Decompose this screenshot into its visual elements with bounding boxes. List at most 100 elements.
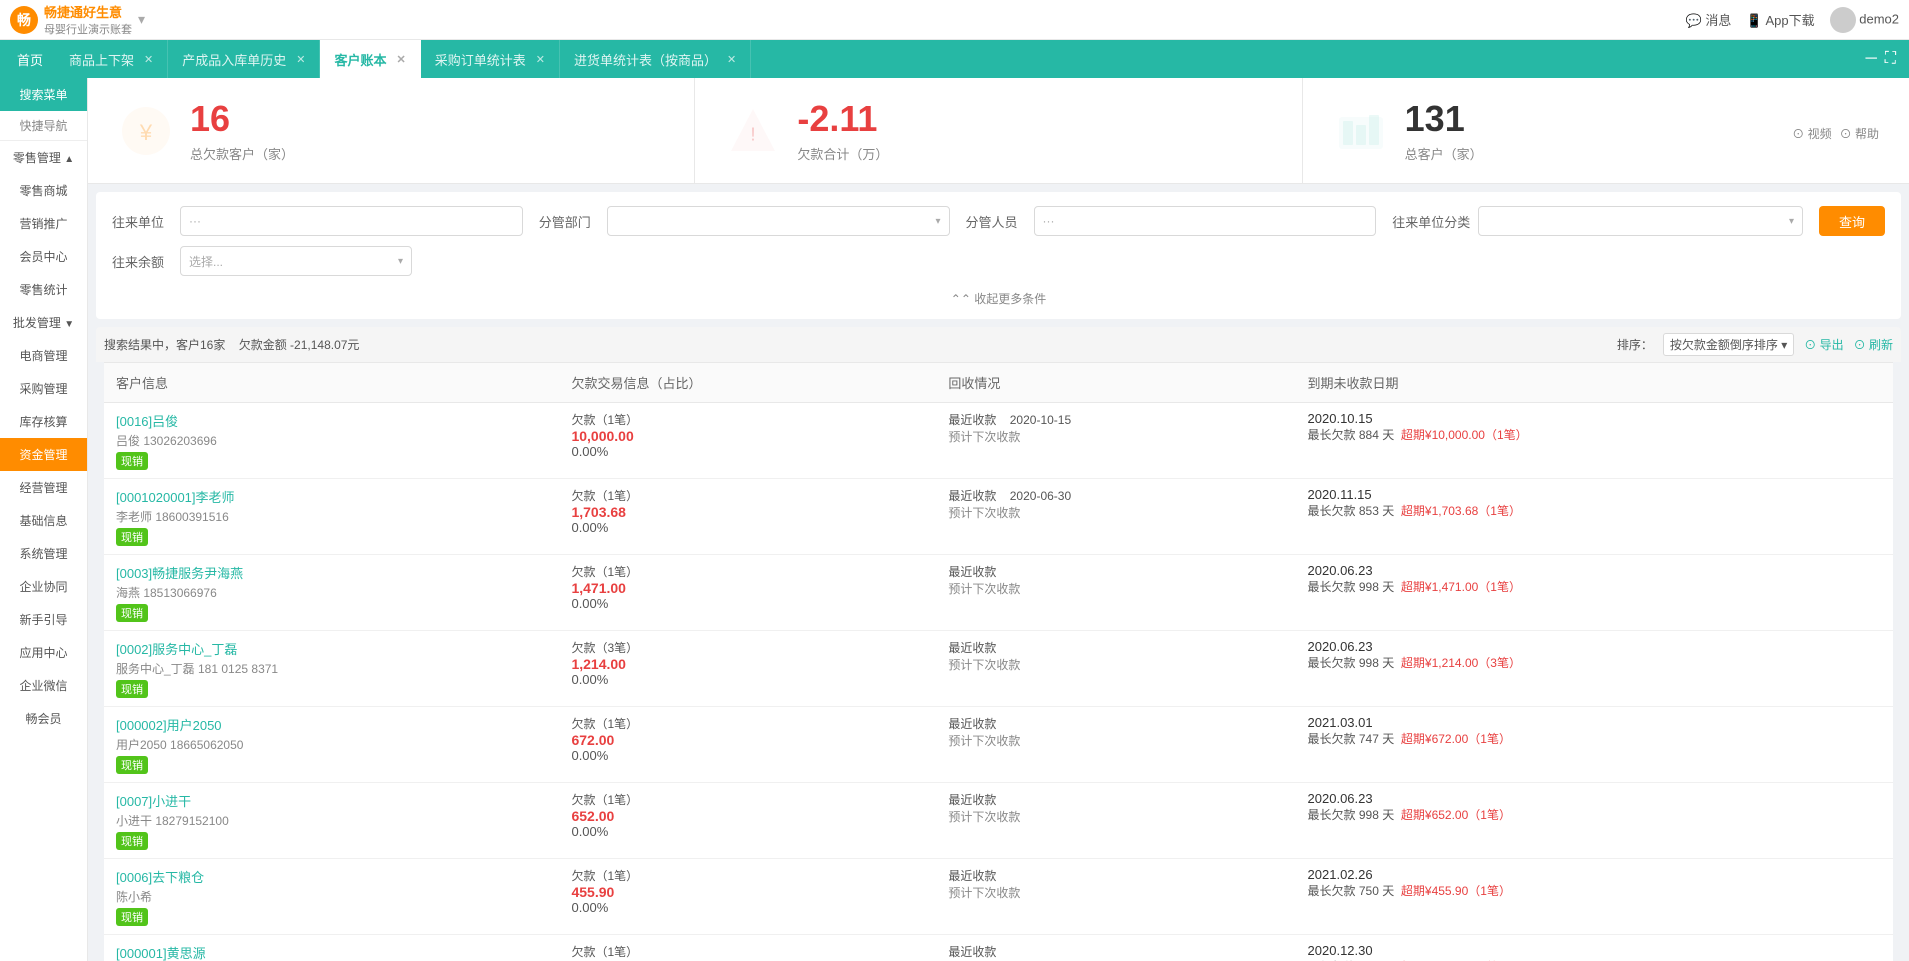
customer-name-4[interactable]: [000002]用户2050 [116,715,547,734]
user-avatar[interactable]: demo2 [1830,7,1899,33]
app-download-link[interactable]: 📱 App下载 [1746,10,1814,29]
owe-amount-6[interactable]: 455.90 [571,884,924,900]
close-customer-tab[interactable]: ✕ [397,53,406,66]
filter-person-input[interactable]: ··· [1034,206,1377,236]
owe-amount-5[interactable]: 652.00 [571,808,924,824]
customer-name-3[interactable]: [0002]服务中心_丁磊 [116,639,547,658]
filter-source-unit-label: 往来单位 [112,212,172,231]
svg-text:!: ! [751,124,756,144]
message-icon: 💬 [1686,13,1702,28]
owe-pct-0: 0.00% [571,444,924,459]
customer-name-6[interactable]: [0006]去下粮仓 [116,867,547,886]
owe-amount-4[interactable]: 672.00 [571,732,924,748]
overdue-link-3[interactable]: 超期¥1,214.00（3笔） [1401,656,1521,670]
stat-owe-customers: ¥ 16 总欠款客户（家） [88,78,695,183]
sidebar-item-finance[interactable]: 资金管理 [0,438,87,471]
tab-stock[interactable]: 进货单统计表（按商品） ✕ [560,40,751,78]
system-selector-arrow[interactable]: ▾ [138,11,145,28]
overdue-link-1[interactable]: 超期¥1,703.68（1笔） [1401,504,1521,518]
sidebar-item-operations[interactable]: 经营管理 [0,471,87,504]
customer-contact-5: 小进干 18279152100 [116,812,547,829]
sort-label: 排序： [1617,336,1653,353]
overdue-days-4: 最长欠款 747 天 超期¥672.00（1笔） [1308,730,1881,747]
tab-goods[interactable]: 商品上下架 ✕ [55,40,168,78]
overdue-days-6: 最长欠款 750 天 超期¥455.90（1笔） [1308,882,1881,899]
customer-name-1[interactable]: [0001020001]李老师 [116,487,547,506]
customer-name-2[interactable]: [0003]畅捷服务尹海燕 [116,563,547,582]
filter-unit-category-input[interactable]: ▾ [1478,206,1803,236]
tab-customer[interactable]: 客户账本 ✕ [320,40,420,78]
collapse-button[interactable]: ⌃⌃ 收起更多条件 [112,286,1885,311]
stat-total-customers: 131 总客户（家） ⊙ 视频 ⊙ 帮助 [1303,78,1909,183]
refresh-button[interactable]: ⊙ 刷新 [1854,336,1893,353]
export-button[interactable]: ⊙ 导出 [1804,336,1843,353]
sort-select[interactable]: 按欠款金额倒序排序 ▾ [1663,333,1794,356]
quick-nav[interactable]: 快捷导航 [0,111,87,141]
sidebar-item-vip[interactable]: 畅会员 [0,702,87,735]
overdue-link-2[interactable]: 超期¥1,471.00（1笔） [1401,580,1521,594]
sidebar-item-retail-stats[interactable]: 零售统计 [0,273,87,306]
owe-customers-icon: ¥ [118,103,174,159]
sidebar-item-enterprise[interactable]: 企业协同 [0,570,87,603]
sidebar-item-inventory[interactable]: 库存核算 [0,405,87,438]
close-stock-tab[interactable]: ✕ [727,53,736,66]
pay-label-7: 最近收款 [948,943,1283,960]
tab-home[interactable]: 首页 [5,40,55,78]
filter-source-unit-input[interactable]: ··· [180,206,523,236]
overdue-link-5[interactable]: 超期¥652.00（1笔） [1401,808,1511,822]
sidebar-item-newbie[interactable]: 新手引导 [0,603,87,636]
sidebar-item-wechat[interactable]: 企业微信 [0,669,87,702]
overdue-link-6[interactable]: 超期¥455.90（1笔） [1401,884,1511,898]
message-link[interactable]: 💬 消息 [1686,10,1732,29]
top-bar: 畅 畅捷通好生意 母婴行业演示账套 ▾ 💬 消息 📱 App下载 demo2 [0,0,1909,40]
sidebar-item-retail-mgmt[interactable]: 零售管理 ▲ [0,141,87,174]
owe-amount-0[interactable]: 10,000.00 [571,428,924,444]
owe-amount-1[interactable]: 1,703.68 [571,504,924,520]
maximize-icon[interactable]: ⛶ [1885,50,1896,68]
tab-purchase[interactable]: 采购订单统计表 ✕ [421,40,560,78]
video-link[interactable]: ⊙ 视频 [1792,125,1831,142]
avatar-img [1830,7,1856,33]
sidebar-item-batch-mgmt[interactable]: 批发管理 ▼ [0,306,87,339]
tab-production[interactable]: 产成品入库单历史 ✕ [168,40,320,78]
pay-label-6: 最近收款 [948,867,1283,884]
customer-name-7[interactable]: [000001]黄思源 [116,943,547,961]
stat-owe-amount-label: 欠款合计（万） [797,144,1271,163]
filter-dept-input[interactable]: ▾ [607,206,950,236]
close-goods-tab[interactable]: ✕ [144,53,153,66]
sidebar-item-retail-shop[interactable]: 零售商城 [0,174,87,207]
sidebar-item-basic-info[interactable]: 基础信息 [0,504,87,537]
app-icon: 📱 [1746,13,1762,28]
customer-name-5[interactable]: [0007]小进干 [116,791,547,810]
filter-balance: 往来余额 选择... ▾ [112,246,412,276]
customer-name-0[interactable]: [0016]吕俊 [116,411,547,430]
table-row: [0002]服务中心_丁磊 服务中心_丁磊 181 0125 8371 现销 欠… [104,631,1893,707]
sidebar-item-app-center[interactable]: 应用中心 [0,636,87,669]
sidebar-search[interactable]: 搜索菜单 [0,78,87,111]
result-bar: 搜索结果中，客户16家 欠款金额 -21,148.07元 排序： 按欠款金额倒序… [96,327,1901,362]
overdue-link-4[interactable]: 超期¥672.00（1笔） [1401,732,1511,746]
sidebar-item-purchase[interactable]: 采购管理 [0,372,87,405]
sidebar-item-system[interactable]: 系统管理 [0,537,87,570]
minimize-icon[interactable]: ─ [1865,50,1876,68]
table-row: [000002]用户2050 用户2050 18665062050 现销 欠款（… [104,707,1893,783]
close-production-tab[interactable]: ✕ [296,53,305,66]
owe-amount-3[interactable]: 1,214.00 [571,656,924,672]
sidebar-item-ecommerce[interactable]: 电商管理 [0,339,87,372]
sidebar-item-marketing[interactable]: 营销推广 [0,207,87,240]
help-link[interactable]: ⊙ 帮助 [1840,125,1879,142]
owe-desc-1: 欠款（1笔） [571,487,924,504]
pay-label-4: 最近收款 [948,715,1283,732]
cell-customer-6: [0006]去下粮仓 陈小希 现销 [104,859,559,935]
cell-owe-5: 欠款（1笔） 652.00 0.00% [559,783,936,859]
filter-balance-input[interactable]: 选择... ▾ [180,246,412,276]
owe-amount-icon: ! [725,103,781,159]
stats-bar: ¥ 16 总欠款客户（家） ! [88,78,1909,184]
query-button[interactable]: 查询 [1819,206,1885,236]
sidebar-item-member[interactable]: 会员中心 [0,240,87,273]
close-purchase-tab[interactable]: ✕ [536,53,545,66]
next-pay-3: 预计下次收款 [948,656,1283,673]
owe-amount-2[interactable]: 1,471.00 [571,580,924,596]
cell-expire-2: 2020.06.23 最长欠款 998 天 超期¥1,471.00（1笔） [1296,555,1893,631]
overdue-link-0[interactable]: 超期¥10,000.00（1笔） [1401,428,1528,442]
